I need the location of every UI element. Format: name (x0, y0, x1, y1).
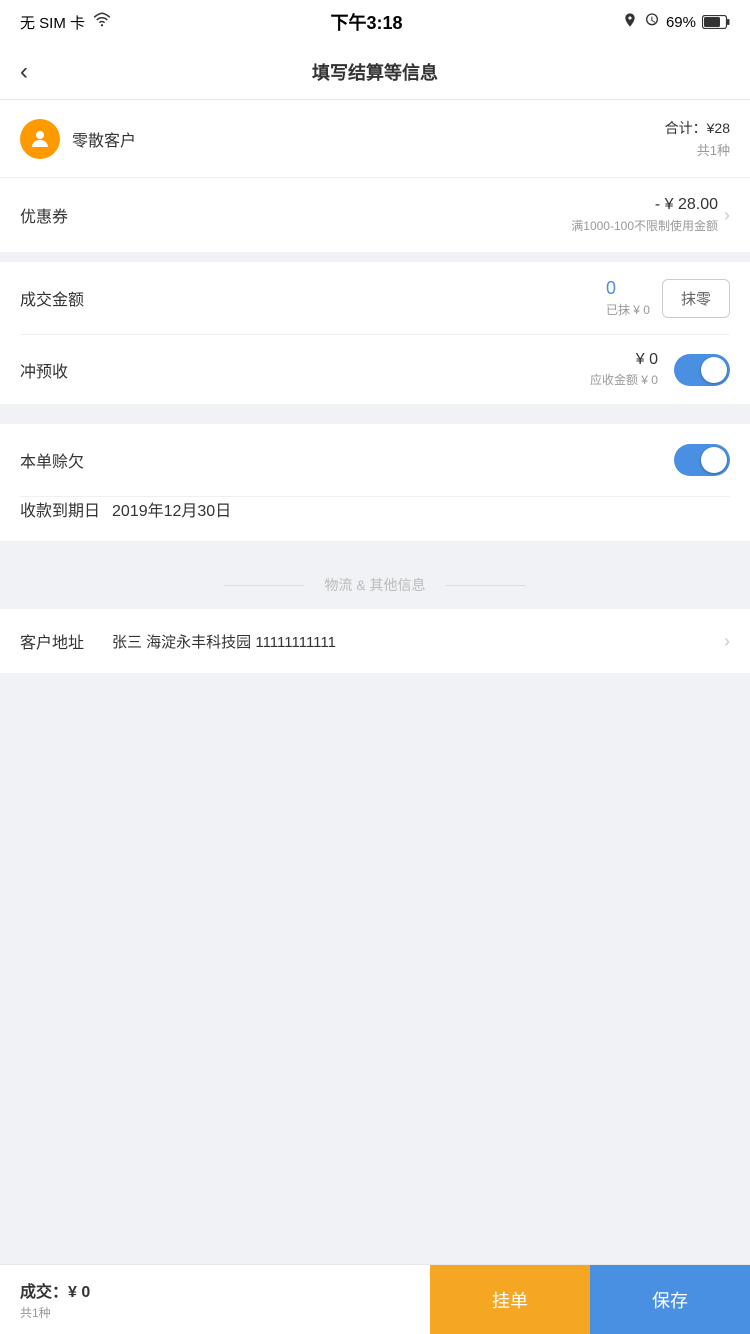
status-right: 69% (622, 12, 730, 32)
logistics-section: 物流 & 其他信息 (0, 561, 750, 609)
status-time: 下午3:18 (330, 9, 402, 35)
prepay-toggle[interactable] (674, 354, 730, 386)
hold-button[interactable]: 挂单 (430, 1265, 590, 1334)
transaction-amount-row: 成交金额 0 已抹 ¥ 0 抹零 (20, 262, 730, 335)
battery-icon (702, 15, 730, 29)
total-amount: 合计：¥28 (665, 118, 730, 138)
bottom-bar: 成交：¥ 0 共1种 挂单 保存 (0, 1264, 750, 1334)
alarm-icon (644, 12, 660, 32)
prepay-receivable: 应收金额 ¥ 0 (590, 371, 658, 388)
coupon-row[interactable]: 优惠券 - ¥ 28.00 满1000-100不限制使用金额 › (0, 177, 750, 252)
page-title: 填写结算等信息 (312, 59, 438, 85)
transaction-amount-label: 成交金额 (20, 286, 84, 310)
address-value: 张三 海淀永丰科技园 11111111111 (112, 631, 724, 652)
prepay-value: ¥ 0 (590, 351, 658, 369)
prepay-row: 冲预收 ¥ 0 应收金额 ¥ 0 (20, 335, 730, 404)
prepay-right: ¥ 0 应收金额 ¥ 0 (590, 351, 730, 388)
bottom-deal-amount: 成交：¥ 0 (20, 1278, 410, 1302)
round-button[interactable]: 抹零 (662, 279, 730, 318)
deal-value: ¥ 0 (68, 1284, 90, 1301)
coupon-chevron-icon: › (724, 205, 730, 226)
logistics-label: 物流 & 其他信息 (304, 575, 445, 595)
back-button[interactable]: ‹ (12, 50, 36, 94)
debt-label: 本单赊欠 (20, 448, 84, 472)
bottom-info: 成交：¥ 0 共1种 (0, 1265, 430, 1334)
customer-row: 零散客户 合计：¥28 共1种 (0, 100, 750, 177)
address-section: 客户地址 张三 海淀永丰科技园 11111111111 › (0, 609, 750, 673)
deal-label: 成交： (20, 1284, 68, 1301)
content: 零散客户 合计：¥28 共1种 优惠券 - ¥ 28.00 满1000-100不… (0, 100, 750, 953)
due-date-label: 收款到期日 (20, 497, 100, 521)
coupon-amount: - ¥ 28.00 (571, 196, 718, 214)
spacer-2 (0, 551, 750, 561)
spacer-1 (0, 414, 750, 424)
address-chevron-icon: › (724, 631, 730, 652)
already-rounded: 已抹 ¥ 0 (606, 301, 650, 318)
debt-row: 本单赊欠 (20, 424, 730, 496)
location-icon (622, 12, 638, 32)
save-button[interactable]: 保存 (590, 1265, 750, 1334)
battery-percent: 69% (666, 14, 696, 31)
status-left: 无 SIM 卡 (20, 11, 111, 33)
nav-bar: ‹ 填写结算等信息 (0, 44, 750, 100)
customer-summary: 合计：¥28 共1种 (665, 118, 730, 159)
due-date-value: 2019年12月30日 (112, 497, 231, 521)
transaction-amount-value: 0 (606, 278, 650, 299)
status-bar: 无 SIM 卡 下午3:18 69% (0, 0, 750, 44)
customer-avatar (20, 119, 60, 159)
customer-card: 零散客户 合计：¥28 共1种 优惠券 - ¥ 28.00 满1000-100不… (0, 100, 750, 252)
transaction-amount-right: 0 已抹 ¥ 0 抹零 (606, 278, 730, 318)
due-date-row: 收款到期日 2019年12月30日 (20, 496, 730, 541)
coupon-right: - ¥ 28.00 满1000-100不限制使用金额 › (571, 196, 730, 234)
amount-section: 成交金额 0 已抹 ¥ 0 抹零 冲预收 ¥ 0 应收金额 ¥ 0 (0, 262, 750, 404)
prepay-label: 冲预收 (20, 358, 68, 382)
address-label: 客户地址 (20, 629, 100, 653)
coupon-desc: 满1000-100不限制使用金额 (571, 217, 718, 234)
bottom-count: 共1种 (20, 1304, 410, 1321)
coupon-label: 优惠券 (20, 203, 68, 227)
total-count: 共1种 (665, 140, 730, 159)
customer-left: 零散客户 (20, 119, 136, 159)
debt-section: 本单赊欠 收款到期日 2019年12月30日 (0, 424, 750, 541)
address-row[interactable]: 客户地址 张三 海淀永丰科技园 11111111111 › (20, 609, 730, 673)
empty-space (0, 673, 750, 873)
customer-name: 零散客户 (72, 127, 136, 151)
carrier-label: 无 SIM 卡 (20, 12, 85, 33)
debt-toggle[interactable] (674, 444, 730, 476)
wifi-icon (93, 11, 111, 33)
